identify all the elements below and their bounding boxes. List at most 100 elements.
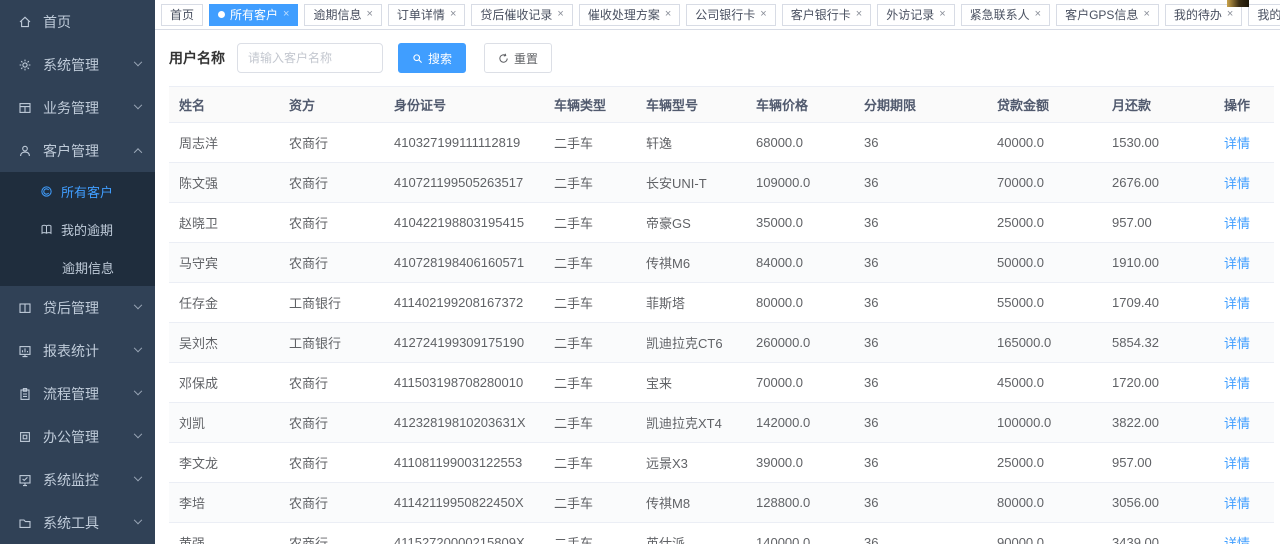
table-row: 刘凯农商行41232819810203631X二手车凯迪拉克XT4142000.… xyxy=(169,403,1274,443)
reset-button[interactable]: 重置 xyxy=(484,43,552,73)
tab-6[interactable]: 公司银行卡 × xyxy=(686,4,775,26)
tab-label: 所有客户 xyxy=(230,6,278,23)
detail-link[interactable]: 详情 xyxy=(1224,536,1250,544)
customer-name-input[interactable] xyxy=(237,43,383,73)
cell-term: 36 xyxy=(854,123,987,163)
cell-name: 黄强 xyxy=(169,523,279,544)
close-icon[interactable]: × xyxy=(760,9,766,20)
cell-id_number: 412724199309175190 xyxy=(384,323,544,363)
cell-vehicle_price: 68000.0 xyxy=(746,123,854,163)
avatar-fragment[interactable] xyxy=(1227,0,1249,7)
cell-vehicle_type: 二手车 xyxy=(544,323,636,363)
close-icon[interactable]: × xyxy=(856,9,862,20)
sidebar-item-monitor[interactable]: 系统监控 xyxy=(0,458,155,501)
cell-action: 详情 xyxy=(1220,443,1274,483)
cell-name: 李培 xyxy=(169,483,279,523)
table-row: 任存金工商银行411402199208167372二手车菲斯塔80000.036… xyxy=(169,283,1274,323)
cell-loan_amount: 90000.0 xyxy=(987,523,1102,544)
tab-10[interactable]: 客户GPS信息× xyxy=(1056,4,1159,26)
close-icon[interactable]: × xyxy=(450,9,456,20)
chevron-down-icon xyxy=(134,429,142,437)
cell-vehicle_model: 传祺M6 xyxy=(636,243,746,283)
table-row: 陈文强农商行410721199505263517二手车长安UNI-T109000… xyxy=(169,163,1274,203)
detail-link[interactable]: 详情 xyxy=(1224,376,1250,391)
tab-9[interactable]: 紧急联系人× xyxy=(961,4,1050,26)
cell-capital: 农商行 xyxy=(279,403,384,443)
cell-id_number: 410728198406160571 xyxy=(384,243,544,283)
sidebar-item-office[interactable]: 办公管理 xyxy=(0,415,155,458)
detail-link[interactable]: 详情 xyxy=(1224,456,1250,471)
tab-8[interactable]: 外访记录 × xyxy=(877,4,954,26)
search-button[interactable]: 搜索 xyxy=(398,43,466,73)
tab-5[interactable]: 催收处理方案× xyxy=(579,4,680,26)
close-icon[interactable]: × xyxy=(665,9,671,20)
cell-loan_amount: 80000.0 xyxy=(987,483,1102,523)
sidebar-item-label: 办公管理 xyxy=(43,427,124,447)
close-icon[interactable]: × xyxy=(366,9,372,20)
cell-vehicle_type: 二手车 xyxy=(544,123,636,163)
cell-name: 任存金 xyxy=(169,283,279,323)
sidebar-item-post-loan[interactable]: 贷后管理 xyxy=(0,286,155,329)
chevron-down-icon xyxy=(134,100,142,108)
detail-link[interactable]: 详情 xyxy=(1224,256,1250,271)
close-icon[interactable]: × xyxy=(557,9,563,20)
detail-link[interactable]: 详情 xyxy=(1224,176,1250,191)
cell-monthly_payment: 3056.00 xyxy=(1102,483,1220,523)
cell-term: 36 xyxy=(854,283,987,323)
detail-link[interactable]: 详情 xyxy=(1224,136,1250,151)
sidebar-item-customer[interactable]: 客户管理 xyxy=(0,129,155,172)
table-row: 赵晓卫农商行410422198803195415二手车帝豪GS35000.036… xyxy=(169,203,1274,243)
close-icon[interactable]: × xyxy=(1143,9,1149,20)
chevron-down-icon xyxy=(134,386,142,394)
tab-3[interactable]: 订单详情× xyxy=(388,4,465,26)
sidebar-item-system[interactable]: 系统管理 xyxy=(0,43,155,86)
detail-link[interactable]: 详情 xyxy=(1224,296,1250,311)
cell-vehicle_price: 39000.0 xyxy=(746,443,854,483)
tab-4[interactable]: 贷后催收记录× xyxy=(471,4,572,26)
close-icon[interactable]: × xyxy=(1035,9,1041,20)
tab-7[interactable]: 客户银行卡× xyxy=(782,4,871,26)
cell-id_number: 41152720000215809X xyxy=(384,523,544,544)
cell-loan_amount: 70000.0 xyxy=(987,163,1102,203)
detail-link[interactable]: 详情 xyxy=(1224,416,1250,431)
sidebar-subitem-overdue-info[interactable]: 逾期信息 xyxy=(0,248,155,286)
cell-loan_amount: 45000.0 xyxy=(987,363,1102,403)
detail-link[interactable]: 详情 xyxy=(1224,336,1250,351)
sidebar-item-process[interactable]: 流程管理 xyxy=(0,372,155,415)
tab-12[interactable]: 我的流程× xyxy=(1248,4,1280,26)
detail-link[interactable]: 详情 xyxy=(1224,496,1250,511)
column-header: 车辆价格 xyxy=(746,87,854,123)
sidebar-subitem-my-overdue[interactable]: 我的逾期 xyxy=(0,210,155,248)
cell-term: 36 xyxy=(854,403,987,443)
cell-vehicle_price: 84000.0 xyxy=(746,243,854,283)
cell-term: 36 xyxy=(854,163,987,203)
office-icon xyxy=(18,430,32,444)
main-area: 首页所有客户×逾期信息×订单详情×贷后催收记录×催收处理方案×公司银行卡×客户银… xyxy=(155,0,1280,544)
search-field-label: 用户名称 xyxy=(169,48,225,68)
detail-link[interactable]: 详情 xyxy=(1224,216,1250,231)
sidebar-subitem-all-customers[interactable]: 所有客户 xyxy=(0,172,155,210)
cell-capital: 农商行 xyxy=(279,163,384,203)
chevron-down-icon xyxy=(134,300,142,308)
tab-1[interactable]: 所有客户 × xyxy=(209,4,298,26)
search-icon xyxy=(412,53,423,64)
close-icon[interactable]: × xyxy=(1227,9,1233,20)
tab-label: 公司银行卡 xyxy=(695,6,755,23)
sidebar-item-business[interactable]: 业务管理 xyxy=(0,86,155,129)
sidebar-item-home[interactable]: 首页 xyxy=(0,0,155,43)
cell-id_number: 411081199003122553 xyxy=(384,443,544,483)
tab-0[interactable]: 首页 xyxy=(161,4,203,26)
cell-loan_amount: 55000.0 xyxy=(987,283,1102,323)
sidebar-subitem-label: 所有客户 xyxy=(61,182,113,201)
sidebar-item-report[interactable]: 报表统计 xyxy=(0,329,155,372)
cell-action: 详情 xyxy=(1220,403,1274,443)
sidebar-item-label: 流程管理 xyxy=(43,384,124,404)
cell-vehicle_price: 35000.0 xyxy=(746,203,854,243)
cell-vehicle_model: 宝来 xyxy=(636,363,746,403)
tab-2[interactable]: 逾期信息× xyxy=(304,4,381,26)
close-icon[interactable]: × xyxy=(283,9,289,20)
tab-label: 外访记录 xyxy=(886,6,934,23)
sidebar-item-tools[interactable]: 系统工具 xyxy=(0,501,155,544)
close-icon[interactable]: × xyxy=(939,9,945,20)
cell-monthly_payment: 3822.00 xyxy=(1102,403,1220,443)
